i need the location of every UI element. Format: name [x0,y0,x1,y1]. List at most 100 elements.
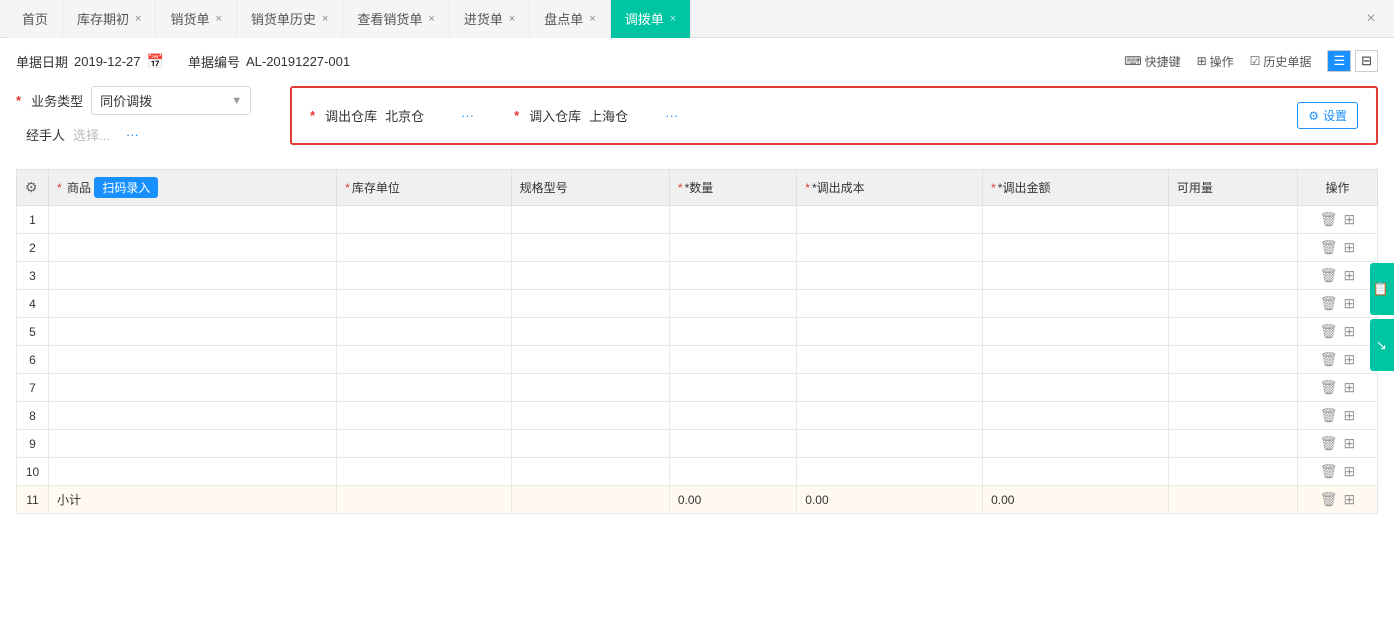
quantity-cell[interactable] [669,374,796,402]
calendar-icon[interactable]: 📅 [147,53,164,70]
amount-cell[interactable] [983,346,1169,374]
side-notes-icon[interactable]: 📋 [1370,263,1394,315]
amount-cell[interactable] [983,206,1169,234]
quantity-cell[interactable] [669,262,796,290]
copy-icon[interactable]: ⊞ [1344,239,1356,256]
layout-list-btn[interactable]: ☰ [1327,50,1351,72]
tab-close-purchase[interactable]: × [509,13,515,25]
tab-transfer[interactable]: 调拨单 × [611,0,691,38]
spec-cell[interactable] [511,262,669,290]
shortcuts-button[interactable]: ⌨ 快捷键 [1124,53,1180,70]
settings-button[interactable]: ⚙ 设置 [1297,102,1358,129]
product-cell[interactable] [49,402,337,430]
tab-close-stocktake[interactable]: × [589,13,595,25]
quantity-cell[interactable] [669,346,796,374]
product-cell[interactable] [49,290,337,318]
unit-cell[interactable] [337,234,511,262]
available-cell[interactable] [1168,402,1297,430]
copy-icon[interactable]: ⊞ [1344,463,1356,480]
business-type-select[interactable]: 同价调拨 ▼ [91,86,251,115]
available-cell[interactable] [1168,206,1297,234]
delete-icon[interactable]: 🗑 [1320,239,1338,256]
column-settings-icon[interactable]: ⚙ [25,179,38,195]
unit-cell[interactable] [337,262,511,290]
product-cell[interactable] [49,346,337,374]
spec-cell[interactable] [511,206,669,234]
available-cell[interactable] [1168,430,1297,458]
cost-cell[interactable] [797,374,983,402]
amount-cell[interactable] [983,290,1169,318]
window-close-button[interactable]: × [1356,4,1386,34]
product-cell[interactable] [49,206,337,234]
delete-icon[interactable]: 🗑 [1320,491,1338,508]
available-cell[interactable] [1168,458,1297,486]
delete-icon[interactable]: 🗑 [1320,379,1338,396]
copy-icon[interactable]: ⊞ [1344,295,1356,312]
quantity-cell[interactable] [669,458,796,486]
amount-cell[interactable] [983,318,1169,346]
product-cell[interactable] [49,262,337,290]
available-cell[interactable] [1168,262,1297,290]
cost-cell[interactable] [797,206,983,234]
available-cell[interactable] [1168,290,1297,318]
delete-icon[interactable]: 🗑 [1320,351,1338,368]
spec-cell[interactable] [511,234,669,262]
unit-cell[interactable] [337,206,511,234]
side-expand-icon[interactable]: ↗ [1370,319,1394,371]
unit-cell[interactable] [337,374,511,402]
delete-icon[interactable]: 🗑 [1320,463,1338,480]
product-cell[interactable] [49,458,337,486]
operations-button[interactable]: ⊞ 操作 [1197,53,1234,70]
spec-cell[interactable] [511,290,669,318]
history-button[interactable]: ☑ 历史单据 [1250,53,1312,70]
delete-icon[interactable]: 🗑 [1320,295,1338,312]
quantity-cell[interactable] [669,234,796,262]
spec-cell[interactable] [511,402,669,430]
delete-icon[interactable]: 🗑 [1320,407,1338,424]
copy-icon[interactable]: ⊞ [1344,407,1356,424]
available-cell[interactable] [1168,374,1297,402]
transfer-in-more-icon[interactable]: ··· [665,108,678,123]
transfer-out-more-icon[interactable]: ··· [461,108,474,123]
th-settings[interactable]: ⚙ [17,170,49,206]
tab-stocktake[interactable]: 盘点单 × [530,0,610,38]
copy-icon[interactable]: ⊞ [1344,267,1356,284]
copy-icon[interactable]: ⊞ [1344,491,1356,508]
quantity-cell[interactable] [669,206,796,234]
cost-cell[interactable] [797,290,983,318]
available-cell[interactable] [1168,234,1297,262]
spec-cell[interactable] [511,374,669,402]
unit-cell[interactable] [337,458,511,486]
unit-cell[interactable] [337,402,511,430]
copy-icon[interactable]: ⊞ [1344,351,1356,368]
copy-icon[interactable]: ⊞ [1344,211,1356,228]
unit-cell[interactable] [337,430,511,458]
amount-cell[interactable] [983,402,1169,430]
person-more-icon[interactable]: ··· [126,127,139,142]
tab-sales-history[interactable]: 销货单历史 × [237,0,343,38]
cost-cell[interactable] [797,234,983,262]
product-cell[interactable] [49,318,337,346]
quantity-cell[interactable] [669,290,796,318]
scan-button[interactable]: 扫码录入 [94,177,158,198]
amount-cell[interactable] [983,430,1169,458]
amount-cell[interactable] [983,374,1169,402]
copy-icon[interactable]: ⊞ [1344,379,1356,396]
product-cell[interactable] [49,234,337,262]
spec-cell[interactable] [511,430,669,458]
delete-icon[interactable]: 🗑 [1320,211,1338,228]
tab-close-transfer[interactable]: × [670,13,676,25]
spec-cell[interactable] [511,458,669,486]
amount-cell[interactable] [983,262,1169,290]
cost-cell[interactable] [797,402,983,430]
quantity-cell[interactable] [669,318,796,346]
available-cell[interactable] [1168,346,1297,374]
unit-cell[interactable] [337,346,511,374]
tab-close-history[interactable]: × [322,13,328,25]
tab-close-view-sales[interactable]: × [428,13,434,25]
cost-cell[interactable] [797,262,983,290]
copy-icon[interactable]: ⊞ [1344,323,1356,340]
tab-close-inventory[interactable]: × [135,13,141,25]
spec-cell[interactable] [511,318,669,346]
tab-sales-order[interactable]: 销货单 × [156,0,236,38]
